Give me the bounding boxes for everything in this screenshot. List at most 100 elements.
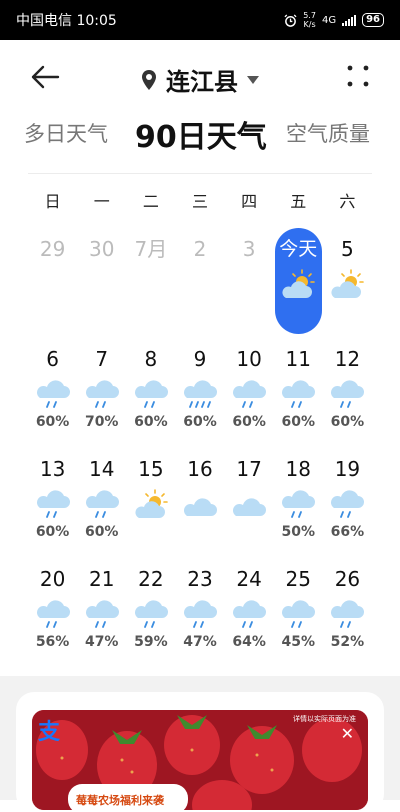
day-cell[interactable]: 13 60% — [28, 446, 77, 556]
alarm-icon — [284, 13, 297, 27]
weekday-label: 三 — [191, 192, 208, 211]
rain-probability: 60% — [183, 414, 217, 430]
ad-tagline-pill: 莓莓农场福利来袭 — [68, 784, 188, 810]
rain-icon — [329, 598, 365, 632]
day-number: 6 — [46, 347, 59, 371]
day-number: 25 — [285, 567, 311, 591]
day-number: 16 — [187, 457, 213, 481]
partly-cloudy-icon — [280, 268, 316, 302]
network-type: 4G — [321, 14, 337, 26]
day-cell[interactable]: 21 47% — [77, 556, 126, 666]
calendar-grid: 29 30 7月 2 3 今天 5 6 60% 7 70% 8 60% 9 60% 10 60% 11 60% 12 6… — [28, 226, 372, 666]
day-cell[interactable]: 15 — [126, 446, 175, 556]
tab-90-day[interactable]: 90日天气 — [135, 112, 267, 156]
day-cell[interactable]: 6 60% — [28, 336, 77, 446]
day-cell[interactable]: 29 — [28, 226, 77, 336]
day-number: 13 — [39, 457, 66, 481]
day-cell[interactable]: 11 60% — [274, 336, 323, 446]
day-cell[interactable]: 17 — [225, 446, 274, 556]
partly-cloudy-icon — [133, 488, 169, 522]
day-cell[interactable]: 2 — [175, 226, 224, 336]
rain-probability: 60% — [281, 414, 316, 430]
rain-icon — [280, 488, 316, 522]
rain-icon — [133, 598, 169, 632]
weekday-label: 一 — [93, 192, 110, 211]
day-cell[interactable]: 16 — [175, 446, 224, 556]
more-options-icon[interactable] — [344, 62, 372, 90]
day-number: 11 — [285, 347, 311, 371]
tab-multi-day[interactable]: 多日天气 — [24, 118, 108, 148]
day-cell[interactable]: 5 — [323, 226, 372, 336]
day-number: 19 — [334, 457, 361, 481]
rain-probability: 60% — [35, 414, 70, 430]
dropdown-triangle-icon — [247, 75, 259, 84]
net-speed-value: 5.7 — [303, 11, 316, 20]
location-pin-icon — [142, 69, 156, 90]
day-cell[interactable]: 26 52% — [323, 556, 372, 666]
rain-icon — [329, 488, 365, 522]
rain-probability: 64% — [232, 634, 266, 650]
day-cell[interactable]: 9 60% — [175, 336, 224, 446]
day-number: 21 — [88, 567, 115, 591]
day-cell[interactable]: 7月 — [126, 226, 175, 336]
rain-icon — [35, 598, 71, 632]
battery-icon: 96 — [362, 13, 384, 27]
day-cell[interactable]: 23 47% — [175, 556, 224, 666]
alipay-logo: 支 — [38, 720, 61, 745]
day-cell[interactable]: 19 66% — [323, 446, 372, 556]
day-number: 29 — [39, 237, 66, 261]
rain-icon — [280, 598, 316, 632]
rain-probability: 60% — [232, 414, 266, 430]
location-selector[interactable]: 连江县 — [140, 62, 260, 97]
tab-air-quality[interactable]: 空气质量 — [286, 118, 370, 148]
weekday-header: 日 一 二 三 四 五 六 — [28, 188, 372, 212]
day-number: 2 — [193, 237, 207, 261]
day-cell[interactable]: 8 60% — [126, 336, 175, 446]
day-cell[interactable]: 24 64% — [225, 556, 274, 666]
day-cell[interactable]: 12 60% — [323, 336, 372, 446]
weekday-label: 五 — [290, 192, 307, 211]
partly-cloudy-icon — [329, 268, 365, 302]
day-number: 今天 — [279, 238, 318, 260]
ad-banner[interactable]: 支 详情以实际页面为准 ✕ 莓莓农场福利来袭 — [32, 710, 368, 810]
day-number: 17 — [236, 457, 262, 481]
cloudy-icon — [182, 488, 218, 522]
day-cell[interactable]: 7 70% — [77, 336, 126, 446]
day-number: 30 — [88, 237, 115, 261]
rain-icon — [35, 488, 71, 522]
day-cell[interactable]: 30 — [77, 226, 126, 336]
weekday-label: 日 — [44, 192, 61, 211]
day-cell[interactable]: 14 60% — [77, 446, 126, 556]
day-cell[interactable]: 3 — [225, 226, 274, 336]
day-number: 7 — [95, 347, 109, 371]
day-number: 10 — [236, 347, 262, 371]
day-number: 18 — [285, 457, 311, 481]
day-cell[interactable]: 10 60% — [225, 336, 274, 446]
day-number: 15 — [138, 457, 164, 481]
rain-icon — [182, 598, 218, 632]
net-speed-unit: K/s — [303, 20, 316, 29]
divider — [28, 173, 372, 174]
close-icon[interactable]: ✕ — [341, 724, 354, 743]
day-cell[interactable]: 18 50% — [274, 446, 323, 556]
rain-probability: 50% — [281, 524, 316, 540]
status-bar: 中国电信 10:05 5.7 K/s 4G 96 — [0, 0, 400, 40]
day-cell[interactable]: 20 56% — [28, 556, 77, 666]
rain-icon — [231, 378, 267, 412]
day-number: 7月 — [134, 237, 168, 261]
day-cell[interactable]: 25 45% — [274, 556, 323, 666]
rain-icon — [35, 378, 71, 412]
day-number: 14 — [88, 457, 115, 481]
weekday-label: 二 — [142, 192, 159, 211]
weekday-label: 四 — [241, 192, 258, 211]
rain-icon — [84, 378, 120, 412]
day-cell[interactable]: 22 59% — [126, 556, 175, 666]
rain-probability: 59% — [134, 634, 168, 650]
rain-probability: 60% — [35, 524, 70, 540]
signal-icon — [342, 14, 357, 26]
view-tabs: 多日天气 90日天气 空气质量 — [0, 108, 400, 158]
header: 连江县 — [0, 50, 400, 105]
day-cell-today[interactable]: 今天 — [274, 226, 323, 336]
rain-probability: 52% — [330, 634, 365, 650]
back-arrow-icon[interactable] — [28, 60, 62, 94]
